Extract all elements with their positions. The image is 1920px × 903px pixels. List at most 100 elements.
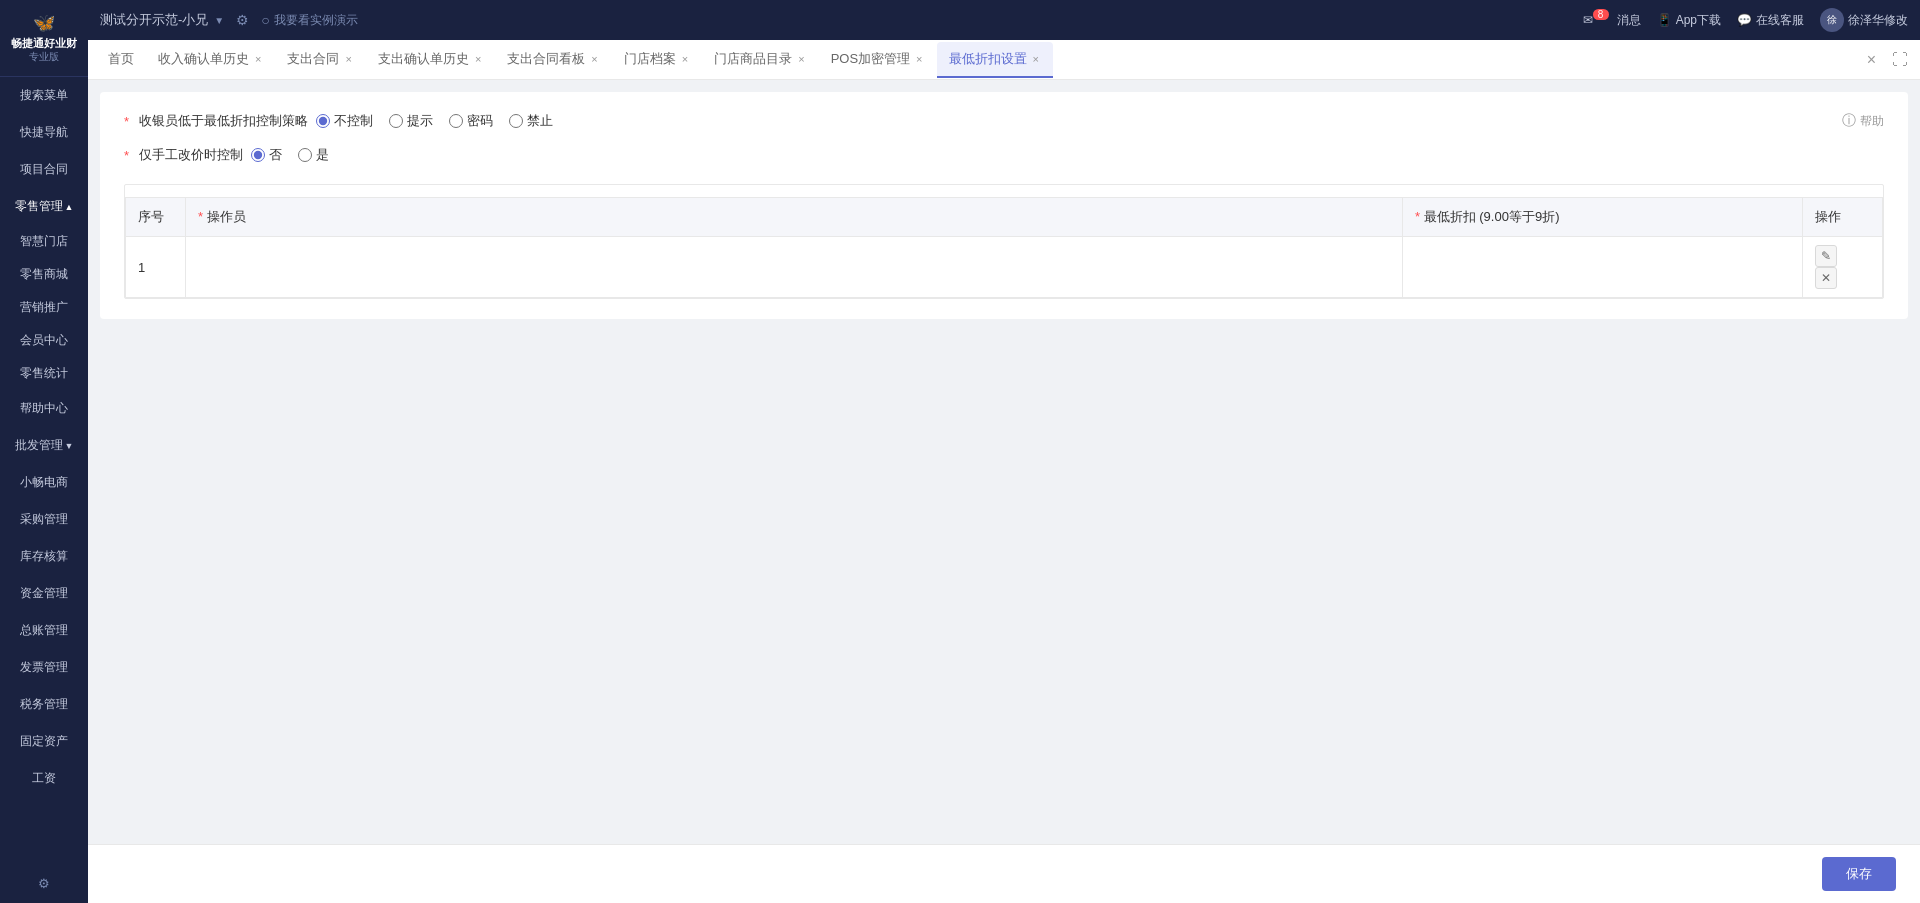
sidebar-item-smart-store[interactable]: 智慧门店 bbox=[0, 225, 88, 258]
topbar: 测试分开示范-小兄 ▼ ⚙ ○ 我要看实例演示 ✉ 8 消息 📱 App下载 💬… bbox=[88, 0, 1920, 40]
manual-no-label: 否 bbox=[269, 146, 282, 164]
manual-yes[interactable]: 是 bbox=[298, 146, 329, 164]
manual-radio-group: 否 是 bbox=[251, 146, 329, 164]
close-tab-btn[interactable]: × bbox=[1863, 49, 1880, 71]
manual-control-label: 仅手工改价时控制 bbox=[139, 146, 243, 164]
settings-card: * 收银员低于最低折扣控制策略 不控制 提示 密码 bbox=[100, 92, 1908, 319]
project-name: 测试分开示范-小兄 bbox=[100, 11, 208, 29]
user-profile-btn[interactable]: 徐 徐泽华修改 bbox=[1820, 8, 1908, 32]
tab-home[interactable]: 首页 bbox=[96, 42, 146, 78]
manual-no-input[interactable] bbox=[251, 148, 265, 162]
expand-tab-btn[interactable]: ⛶ bbox=[1888, 49, 1912, 71]
sidebar-item-help-center[interactable]: 帮助中心 bbox=[0, 390, 88, 427]
sidebar-item-ecommerce[interactable]: 小畅电商 bbox=[0, 464, 88, 501]
tab-home-label: 首页 bbox=[108, 50, 134, 68]
row-seq: 1 bbox=[126, 237, 186, 298]
row-operator bbox=[186, 237, 1403, 298]
sidebar-item-wholesale-mgmt[interactable]: 批发管理 ▼ bbox=[0, 427, 88, 464]
sidebar-item-purchase-mgmt[interactable]: 采购管理 bbox=[0, 501, 88, 538]
sidebar-item-retail-mall[interactable]: 零售商城 bbox=[0, 258, 88, 291]
tab-min-discount-label: 最低折扣设置 bbox=[949, 50, 1027, 68]
data-table: 序号 * 操作员 * 最低折扣 (9.00等于9折) 操作 bbox=[125, 197, 1883, 298]
topbar-right-actions: ✉ 8 消息 📱 App下载 💬 在线客服 徐 徐泽华修改 bbox=[1583, 8, 1908, 32]
demo-icon: ○ bbox=[261, 12, 269, 28]
row-delete-btn[interactable]: ✕ bbox=[1815, 267, 1837, 289]
table-header: 序号 * 操作员 * 最低折扣 (9.00等于9折) 操作 bbox=[126, 198, 1883, 237]
strategy-forbid-label: 禁止 bbox=[527, 112, 553, 130]
row-action: ✎ ✕ bbox=[1803, 237, 1883, 298]
tab-payment-confirm-label: 支出确认单历史 bbox=[378, 50, 469, 68]
data-table-area: 序号 * 操作员 * 最低折扣 (9.00等于9折) 操作 bbox=[124, 184, 1884, 299]
main-area: 测试分开示范-小兄 ▼ ⚙ ○ 我要看实例演示 ✉ 8 消息 📱 App下载 💬… bbox=[88, 0, 1920, 903]
strategy-forbid[interactable]: 禁止 bbox=[509, 112, 553, 130]
tab-income-confirm-label: 收入确认单历史 bbox=[158, 50, 249, 68]
sidebar-item-member-center[interactable]: 会员中心 bbox=[0, 324, 88, 357]
sidebar: 🦋 畅捷通好业财 专业版 搜索菜单 快捷导航 项目合同 零售管理 ▲ 智慧门店 … bbox=[0, 0, 88, 903]
strategy-prompt[interactable]: 提示 bbox=[389, 112, 433, 130]
sidebar-item-invoice-mgmt[interactable]: 发票管理 bbox=[0, 649, 88, 686]
online-service-icon: 💬 bbox=[1737, 13, 1752, 27]
topbar-settings-icon[interactable]: ⚙ bbox=[236, 12, 249, 28]
strategy-password[interactable]: 密码 bbox=[449, 112, 493, 130]
tab-payment-confirm-close[interactable]: × bbox=[473, 52, 483, 66]
sidebar-item-ledger-mgmt[interactable]: 总账管理 bbox=[0, 612, 88, 649]
strategy-prompt-input[interactable] bbox=[389, 114, 403, 128]
app-edition: 专业版 bbox=[8, 50, 80, 64]
sidebar-item-shortcuts[interactable]: 快捷导航 bbox=[0, 114, 88, 151]
strategy-password-input[interactable] bbox=[449, 114, 463, 128]
tab-store-goods-close[interactable]: × bbox=[796, 52, 806, 66]
sidebar-item-salary[interactable]: 工资 bbox=[0, 760, 88, 797]
tab-pos-password[interactable]: POS加密管理 × bbox=[819, 42, 937, 78]
strategy-label: 收银员低于最低折扣控制策略 bbox=[139, 112, 308, 130]
tab-payment-board-close[interactable]: × bbox=[589, 52, 599, 66]
strategy-no-control-input[interactable] bbox=[316, 114, 330, 128]
tab-min-discount[interactable]: 最低折扣设置 × bbox=[937, 42, 1053, 78]
strategy-row: * 收银员低于最低折扣控制策略 不控制 提示 密码 bbox=[124, 112, 1884, 130]
messages-label: 消息 bbox=[1617, 12, 1641, 29]
sidebar-item-retail-stats[interactable]: 零售统计 bbox=[0, 357, 88, 390]
form-section: * 收银员低于最低折扣控制策略 不控制 提示 密码 bbox=[124, 112, 1884, 164]
sidebar-item-inventory[interactable]: 库存核算 bbox=[0, 538, 88, 575]
strategy-no-control[interactable]: 不控制 bbox=[316, 112, 373, 130]
sidebar-settings-btn[interactable]: ⚙ bbox=[0, 864, 88, 903]
tab-income-confirm[interactable]: 收入确认单历史 × bbox=[146, 42, 275, 78]
strategy-prompt-label: 提示 bbox=[407, 112, 433, 130]
online-service-btn[interactable]: 💬 在线客服 bbox=[1737, 12, 1804, 29]
demo-btn[interactable]: ○ 我要看实例演示 bbox=[261, 12, 357, 29]
save-button[interactable]: 保存 bbox=[1822, 857, 1896, 891]
tab-store-file-close[interactable]: × bbox=[680, 52, 690, 66]
tab-payment-contract[interactable]: 支出合同 × bbox=[275, 42, 365, 78]
sidebar-item-tax-mgmt[interactable]: 税务管理 bbox=[0, 686, 88, 723]
sidebar-item-fund-mgmt[interactable]: 资金管理 bbox=[0, 575, 88, 612]
table-header-row: 序号 * 操作员 * 最低折扣 (9.00等于9折) 操作 bbox=[126, 198, 1883, 237]
app-download-btn[interactable]: 📱 App下载 bbox=[1657, 12, 1721, 29]
messages-btn[interactable]: ✉ 8 消息 bbox=[1583, 12, 1641, 29]
tab-store-file[interactable]: 门店档案 × bbox=[612, 42, 702, 78]
tab-min-discount-close[interactable]: × bbox=[1031, 52, 1041, 66]
app-download-icon: 📱 bbox=[1657, 13, 1672, 27]
tab-payment-confirm[interactable]: 支出确认单历史 × bbox=[366, 42, 495, 78]
tab-payment-contract-close[interactable]: × bbox=[343, 52, 353, 66]
sidebar-item-search[interactable]: 搜索菜单 bbox=[0, 77, 88, 114]
help-btn[interactable]: ⓘ 帮助 bbox=[1842, 112, 1884, 130]
col-header-seq: 序号 bbox=[126, 198, 186, 237]
tab-store-goods-label: 门店商品目录 bbox=[714, 50, 792, 68]
row-edit-btn[interactable]: ✎ bbox=[1815, 245, 1837, 267]
sidebar-item-retail-mgmt[interactable]: 零售管理 ▲ bbox=[0, 188, 88, 225]
manual-control-row: * 仅手工改价时控制 否 是 bbox=[124, 146, 1884, 164]
tab-store-goods[interactable]: 门店商品目录 × bbox=[702, 42, 818, 78]
manual-no[interactable]: 否 bbox=[251, 146, 282, 164]
manual-yes-input[interactable] bbox=[298, 148, 312, 162]
messages-badge: 8 bbox=[1593, 9, 1609, 20]
app-download-label: App下载 bbox=[1676, 12, 1721, 29]
tab-income-confirm-close[interactable]: × bbox=[253, 52, 263, 66]
sidebar-item-project-contract[interactable]: 项目合同 bbox=[0, 151, 88, 188]
sidebar-item-marketing[interactable]: 营销推广 bbox=[0, 291, 88, 324]
tab-pos-password-close[interactable]: × bbox=[914, 52, 924, 66]
sidebar-item-fixed-assets[interactable]: 固定资产 bbox=[0, 723, 88, 760]
tab-payment-board[interactable]: 支出合同看板 × bbox=[495, 42, 611, 78]
avatar: 徐 bbox=[1820, 8, 1844, 32]
tabbar: 首页 收入确认单历史 × 支出合同 × 支出确认单历史 × 支出合同看板 × 门… bbox=[88, 40, 1920, 80]
strategy-forbid-input[interactable] bbox=[509, 114, 523, 128]
project-selector[interactable]: 测试分开示范-小兄 ▼ bbox=[100, 11, 224, 29]
